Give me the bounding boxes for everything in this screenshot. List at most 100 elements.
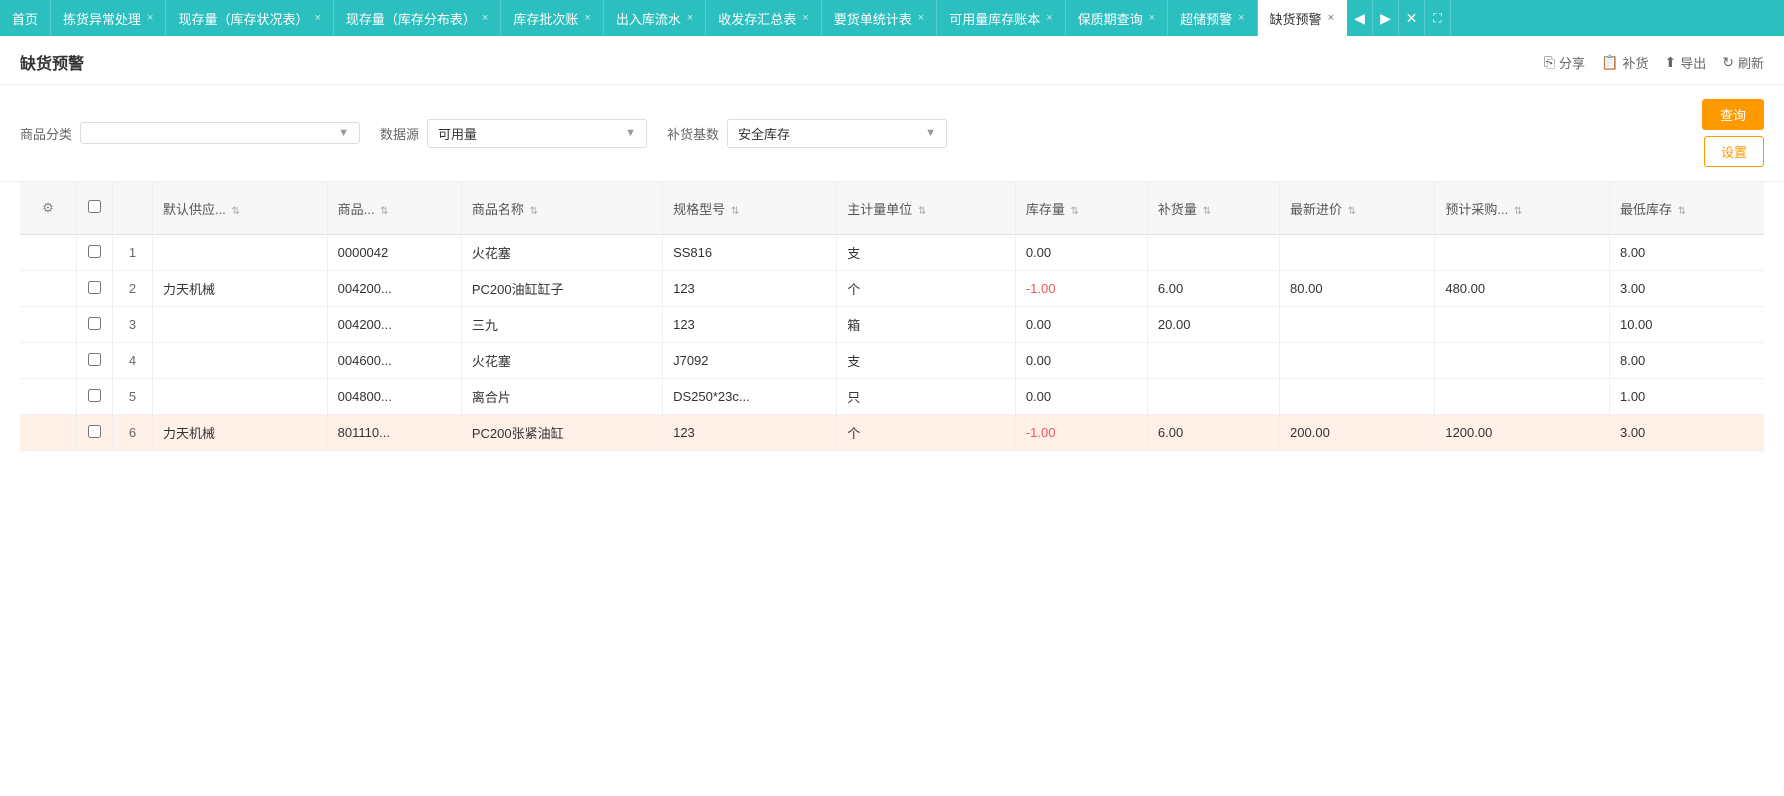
tab-order-stats[interactable]: 要货单统计表 × xyxy=(822,0,937,36)
row-checkbox-3[interactable] xyxy=(88,353,101,366)
row-checkbox-0[interactable] xyxy=(88,245,101,258)
page-title: 缺货预警 xyxy=(20,50,84,74)
close-tab-stock-dist[interactable]: × xyxy=(482,12,488,24)
tab-shortage[interactable]: 缺货预警 × xyxy=(1258,0,1347,36)
table-row: 3 004200... 三九 123 箱 0.00 20.00 10.00 xyxy=(20,307,1764,343)
category-filter-group: 商品分类 ▼ xyxy=(20,122,360,144)
tab-inout-flow[interactable]: 出入库流水 × xyxy=(604,0,706,36)
reorder-filter-group: 补货基数 安全库存 ▼ xyxy=(667,119,947,148)
row-settings-cell xyxy=(20,271,77,307)
replenish-button[interactable]: 📋 补货 xyxy=(1601,53,1648,72)
row-supplier-cell xyxy=(153,307,328,343)
table-row: 2 力天机械 004200... PC200油缸缸子 123 个 -1.00 6… xyxy=(20,271,1764,307)
row-check-cell[interactable] xyxy=(77,307,113,343)
row-check-cell[interactable] xyxy=(77,271,113,307)
row-check-cell[interactable] xyxy=(77,379,113,415)
tab-expand-btn[interactable]: ⛶ xyxy=(1425,0,1451,36)
export-button[interactable]: ⬆ 导出 xyxy=(1665,53,1707,72)
tab-home[interactable]: 首页 xyxy=(0,0,51,36)
col-header-latest-price[interactable]: 最新进价 ⇅ xyxy=(1280,182,1435,235)
datasource-filter-group: 数据源 可用量 ▼ xyxy=(380,119,647,148)
col-header-replenish-qty[interactable]: 补货量 ⇅ xyxy=(1147,182,1279,235)
reorder-select[interactable]: 安全库存 ▼ xyxy=(727,119,947,148)
close-tab-shortage[interactable]: × xyxy=(1328,12,1334,24)
row-num-cell: 2 xyxy=(113,271,153,307)
col-header-product-code[interactable]: 商品... ⇅ xyxy=(327,182,461,235)
row-latest-price-cell xyxy=(1280,235,1435,271)
tab-close-all-btn[interactable]: ✕ xyxy=(1399,0,1425,36)
datasource-chevron-icon: ▼ xyxy=(625,127,636,139)
row-checkbox-1[interactable] xyxy=(88,281,101,294)
row-num-cell: 5 xyxy=(113,379,153,415)
row-checkbox-4[interactable] xyxy=(88,389,101,402)
row-stock-cell: -1.00 xyxy=(1015,271,1147,307)
share-button[interactable]: ⎘ 分享 xyxy=(1544,53,1585,72)
row-estimated-purchase-cell xyxy=(1435,235,1610,271)
filter-right: 查询 设置 xyxy=(1702,99,1764,167)
tab-next-btn[interactable]: ▶ xyxy=(1373,0,1399,36)
row-checkbox-2[interactable] xyxy=(88,317,101,330)
refresh-button[interactable]: ↻ 刷新 xyxy=(1722,53,1764,72)
category-select[interactable]: ▼ xyxy=(80,122,360,144)
col-header-unit[interactable]: 主计量单位 ⇅ xyxy=(837,182,1016,235)
setting-button[interactable]: 设置 xyxy=(1704,136,1764,167)
row-min-stock-cell: 1.00 xyxy=(1609,379,1764,415)
row-product-code-cell: 0000042 xyxy=(327,235,461,271)
tab-stock-status[interactable]: 现存量（库存状况表） × xyxy=(166,0,333,36)
close-tab-stock-status[interactable]: × xyxy=(314,12,320,24)
row-checkbox-5[interactable] xyxy=(88,425,101,438)
col-header-estimated-purchase[interactable]: 预计采购... ⇅ xyxy=(1435,182,1610,235)
row-spec-cell: 123 xyxy=(663,307,837,343)
col-header-num xyxy=(113,182,153,235)
col-header-settings[interactable]: ⚙ xyxy=(20,182,77,235)
select-all-checkbox[interactable] xyxy=(88,200,101,213)
settings-gear-icon[interactable]: ⚙ xyxy=(30,190,66,226)
row-product-name-cell: 离合片 xyxy=(461,379,662,415)
row-replenish-qty-cell xyxy=(1147,379,1279,415)
row-check-cell[interactable] xyxy=(77,235,113,271)
category-label: 商品分类 xyxy=(20,124,72,143)
table-row: 1 0000042 火花塞 SS816 支 0.00 8.00 xyxy=(20,235,1764,271)
row-stock-cell: 0.00 xyxy=(1015,307,1147,343)
tab-batch-account[interactable]: 库存批次账 × xyxy=(501,0,603,36)
row-check-cell[interactable] xyxy=(77,415,113,451)
tab-stock-dist[interactable]: 现存量（库存分布表） × xyxy=(334,0,501,36)
col-header-check[interactable] xyxy=(77,182,113,235)
close-tab-inout-flow[interactable]: × xyxy=(687,12,693,24)
sort-latest-price-icon: ⇅ xyxy=(1348,206,1356,217)
table-header-row: ⚙ 默认供应... ⇅ 商品... ⇅ 商品名称 xyxy=(20,182,1764,235)
col-header-supplier[interactable]: 默认供应... ⇅ xyxy=(153,182,328,235)
row-num-cell: 4 xyxy=(113,343,153,379)
close-tab-receipt-summary[interactable]: × xyxy=(802,12,808,24)
table-body: 1 0000042 火花塞 SS816 支 0.00 8.00 2 力天机械 0… xyxy=(20,235,1764,451)
row-min-stock-cell: 8.00 xyxy=(1609,343,1764,379)
col-header-min-stock[interactable]: 最低库存 ⇅ xyxy=(1609,182,1764,235)
close-tab-overstock[interactable]: × xyxy=(1238,12,1244,24)
tab-bar: 首页 拣货异常处理 × 现存量（库存状况表） × 现存量（库存分布表） × 库存… xyxy=(0,0,1784,36)
col-header-spec[interactable]: 规格型号 ⇅ xyxy=(663,182,837,235)
row-product-code-cell: 801110... xyxy=(327,415,461,451)
close-tab-batch-account[interactable]: × xyxy=(584,12,590,24)
tab-available-ledger[interactable]: 可用量库存账本 × xyxy=(937,0,1065,36)
query-button[interactable]: 查询 xyxy=(1702,99,1764,130)
tab-expiry[interactable]: 保质期查询 × xyxy=(1066,0,1168,36)
close-tab-exception[interactable]: × xyxy=(147,12,153,24)
tab-receipt-summary[interactable]: 收发存汇总表 × xyxy=(706,0,821,36)
close-tab-available-ledger[interactable]: × xyxy=(1046,12,1052,24)
datasource-select[interactable]: 可用量 ▼ xyxy=(427,119,647,148)
col-header-product-name[interactable]: 商品名称 ⇅ xyxy=(461,182,662,235)
row-stock-cell: 0.00 xyxy=(1015,379,1147,415)
page-header: 缺货预警 ⎘ 分享 📋 补货 ⬆ 导出 ↻ 刷新 xyxy=(0,36,1784,85)
row-stock-cell: 0.00 xyxy=(1015,235,1147,271)
col-header-stock[interactable]: 库存量 ⇅ xyxy=(1015,182,1147,235)
row-product-name-cell: PC200张紧油缸 xyxy=(461,415,662,451)
tab-exception[interactable]: 拣货异常处理 × xyxy=(51,0,166,36)
row-replenish-qty-cell: 6.00 xyxy=(1147,271,1279,307)
row-check-cell[interactable] xyxy=(77,343,113,379)
close-tab-expiry[interactable]: × xyxy=(1149,12,1155,24)
row-supplier-cell xyxy=(153,379,328,415)
tab-prev-btn[interactable]: ◀ xyxy=(1347,0,1373,36)
tab-overstock[interactable]: 超储预警 × xyxy=(1168,0,1257,36)
row-product-code-cell: 004200... xyxy=(327,307,461,343)
close-tab-order-stats[interactable]: × xyxy=(918,12,924,24)
